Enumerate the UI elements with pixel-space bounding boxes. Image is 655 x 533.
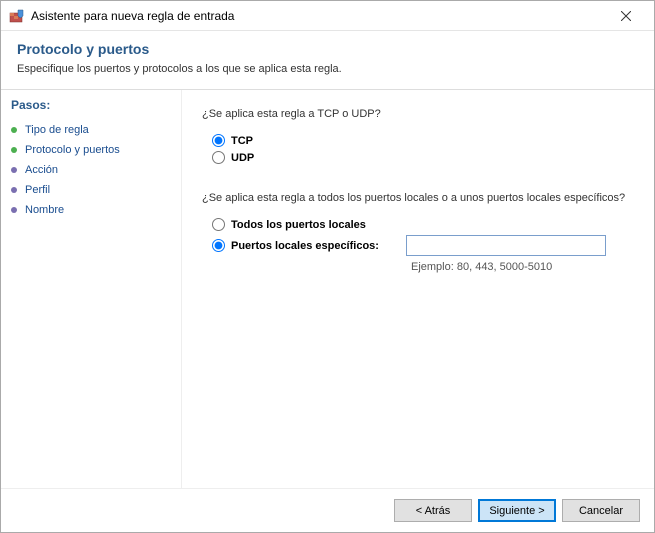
bullet-icon: [11, 127, 17, 133]
specific-ports-input[interactable]: [406, 235, 606, 256]
back-button[interactable]: < Atrás: [394, 499, 472, 522]
protocol-question: ¿Se aplica esta regla a TCP o UDP?: [202, 108, 634, 120]
protocol-udp-row[interactable]: UDP: [212, 149, 634, 166]
step-protocol-ports[interactable]: Protocolo y puertos: [11, 140, 171, 160]
step-label: Acción: [25, 164, 58, 176]
wizard-footer: < Atrás Siguiente > Cancelar: [1, 488, 654, 532]
wizard-body: Pasos: Tipo de regla Protocolo y puertos…: [1, 90, 654, 488]
bullet-icon: [11, 187, 17, 193]
radio-specific-ports-label: Puertos locales específicos:: [231, 240, 406, 252]
protocol-tcp-row[interactable]: TCP: [212, 132, 634, 149]
step-label: Nombre: [25, 204, 64, 216]
radio-udp-label: UDP: [231, 152, 254, 164]
wizard-content: ¿Se aplica esta regla a TCP o UDP? TCP U…: [181, 90, 654, 488]
ports-question: ¿Se aplica esta regla a todos los puerto…: [202, 192, 634, 204]
step-label: Protocolo y puertos: [25, 144, 120, 156]
titlebar: Asistente para nueva regla de entrada: [1, 1, 654, 31]
steps-list: Tipo de regla Protocolo y puertos Acción…: [11, 120, 171, 220]
radio-all-ports[interactable]: [212, 218, 225, 231]
step-rule-type[interactable]: Tipo de regla: [11, 120, 171, 140]
radio-tcp-label: TCP: [231, 135, 253, 147]
window-title: Asistente para nueva regla de entrada: [31, 9, 606, 23]
wizard-window: Asistente para nueva regla de entrada Pr…: [0, 0, 655, 533]
step-name[interactable]: Nombre: [11, 200, 171, 220]
steps-sidebar: Pasos: Tipo de regla Protocolo y puertos…: [1, 90, 181, 488]
step-profile[interactable]: Perfil: [11, 180, 171, 200]
cancel-button[interactable]: Cancelar: [562, 499, 640, 522]
steps-heading: Pasos:: [11, 98, 171, 112]
bullet-icon: [11, 147, 17, 153]
radio-udp[interactable]: [212, 151, 225, 164]
ports-specific-row: Puertos locales específicos:: [212, 233, 634, 258]
protocol-radio-group: TCP UDP: [212, 132, 634, 166]
step-label: Perfil: [25, 184, 50, 196]
ports-all-row[interactable]: Todos los puertos locales: [212, 216, 634, 233]
close-button[interactable]: [606, 2, 646, 30]
step-action[interactable]: Acción: [11, 160, 171, 180]
bullet-icon: [11, 167, 17, 173]
next-button[interactable]: Siguiente >: [478, 499, 556, 522]
firewall-icon: [9, 8, 25, 24]
ports-radio-group: Todos los puertos locales Puertos locale…: [212, 216, 634, 273]
page-subtitle: Especifique los puertos y protocolos a l…: [17, 63, 638, 75]
radio-tcp[interactable]: [212, 134, 225, 147]
ports-example-text: Ejemplo: 80, 443, 5000-5010: [411, 261, 634, 273]
radio-all-ports-label: Todos los puertos locales: [231, 219, 366, 231]
radio-specific-ports[interactable]: [212, 239, 225, 252]
bullet-icon: [11, 207, 17, 213]
wizard-header: Protocolo y puertos Especifique los puer…: [1, 31, 654, 90]
page-title: Protocolo y puertos: [17, 41, 638, 57]
close-icon: [621, 11, 631, 21]
step-label: Tipo de regla: [25, 124, 89, 136]
